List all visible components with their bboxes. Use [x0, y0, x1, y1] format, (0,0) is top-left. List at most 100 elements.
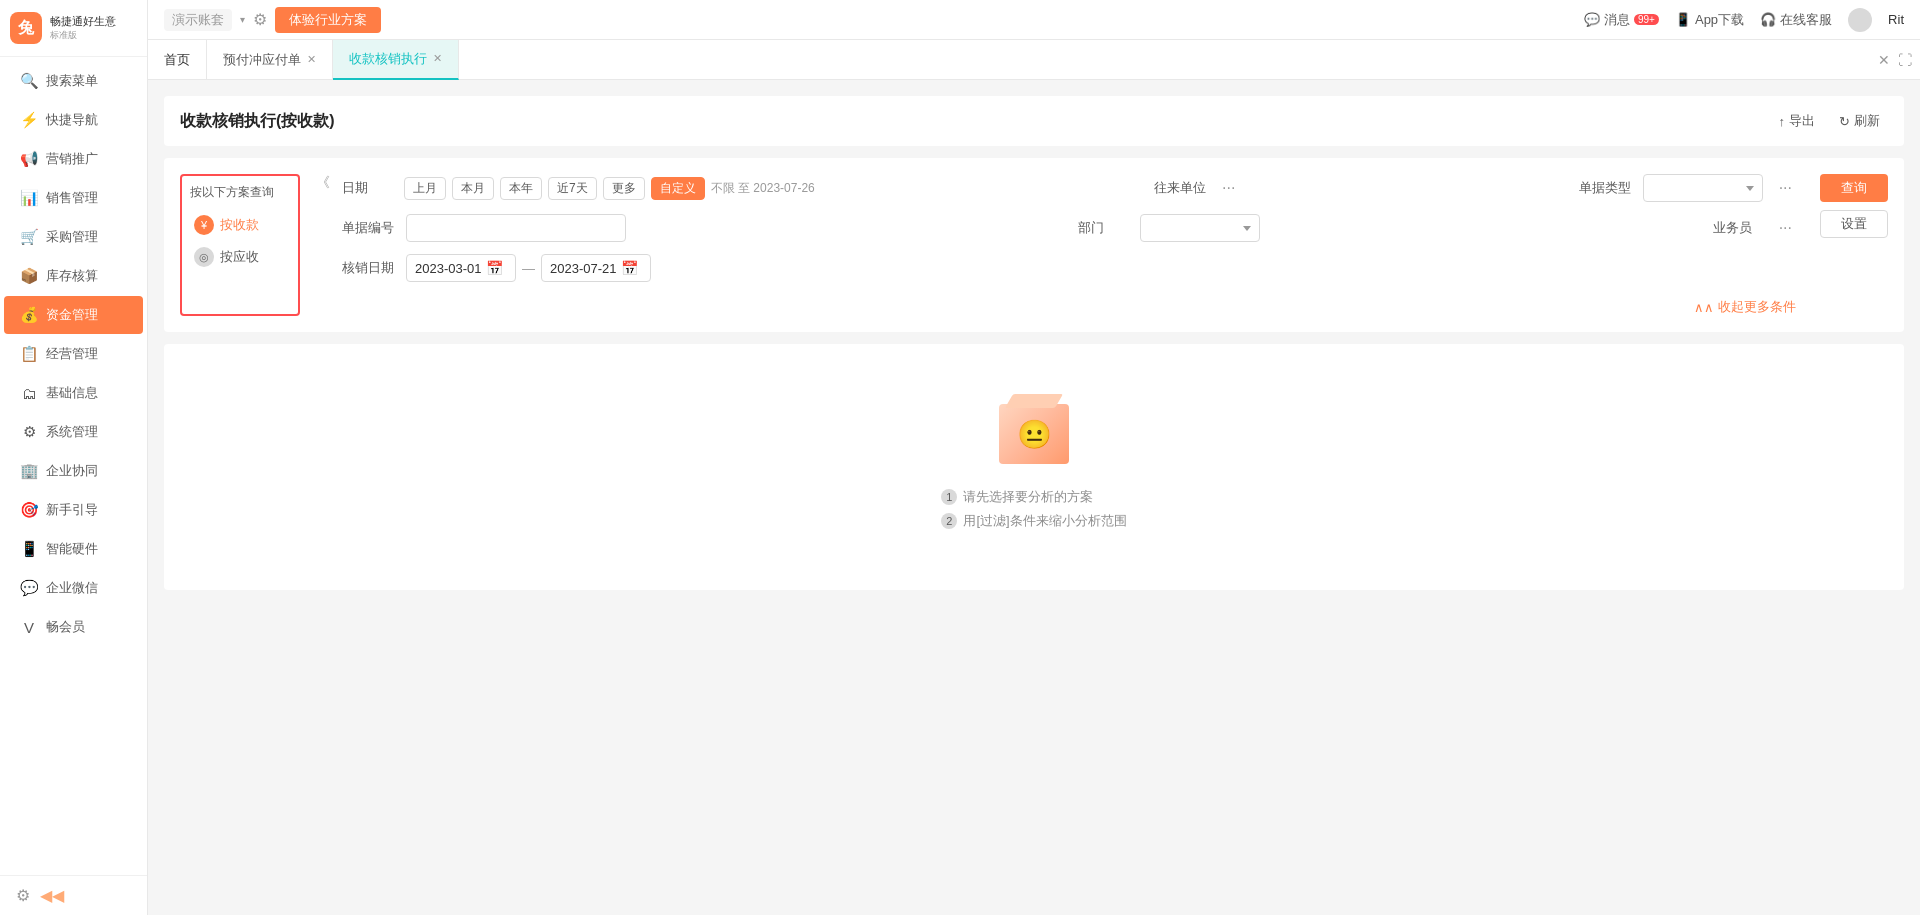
doc-type-select[interactable]: [1643, 174, 1763, 202]
hint-num-2: 2: [941, 513, 957, 529]
setting-btn[interactable]: 设置: [1820, 210, 1888, 238]
collapse-more-btn[interactable]: ∧∧ 收起更多条件: [342, 294, 1796, 316]
company-name[interactable]: 演示账套: [164, 9, 232, 31]
finance-icon: 💰: [20, 306, 38, 324]
tab-actions: ✕ ⛶: [1870, 52, 1920, 68]
filter-option-by-receivable[interactable]: ◎ 按应收: [190, 241, 290, 273]
weixin-icon: 💬: [20, 579, 38, 597]
app-download-action[interactable]: 📱 App下载: [1675, 11, 1744, 29]
last-7days-btn[interactable]: 近7天: [548, 177, 597, 200]
search-menu-label: 搜索菜单: [46, 72, 98, 90]
quick-nav-label: 快捷导航: [46, 111, 98, 129]
sidebar-item-finance[interactable]: 💰 资金管理: [4, 296, 143, 334]
user-name[interactable]: Rit: [1888, 12, 1904, 27]
query-btn-group: 查询 设置: [1820, 174, 1888, 238]
sidebar-item-member[interactable]: V 畅会员: [4, 608, 143, 646]
sidebar-item-operation[interactable]: 📋 经营管理: [4, 335, 143, 373]
filter-sidebar-collapse-icon[interactable]: 《: [316, 174, 330, 316]
tab-prepayment-label: 预付冲应付单: [223, 51, 301, 69]
empty-state: 😐 1 请先选择要分析的方案 2 用[过滤]条件来缩小分析范围: [164, 344, 1904, 590]
expand-tab-btn[interactable]: ⛶: [1898, 52, 1912, 68]
curr-year-btn[interactable]: 本年: [500, 177, 542, 200]
staff-label: 业务员: [1713, 219, 1763, 237]
doc-type-label: 单据类型: [1579, 179, 1631, 197]
writeoff-start-field[interactable]: 2023-03-01 📅: [406, 254, 516, 282]
guide-label: 新手引导: [46, 501, 98, 519]
smart-hardware-icon: 📱: [20, 540, 38, 558]
header-right: 💬 消息 99+ 📱 App下载 🎧 在线客服 Rit: [1584, 8, 1904, 32]
writeoff-end-field[interactable]: 2023-07-21 📅: [541, 254, 651, 282]
hint-text-2: 用[过滤]条件来缩小分析范围: [963, 512, 1126, 530]
partner-ellipsis[interactable]: ···: [1218, 179, 1239, 197]
company-dropdown-icon[interactable]: ▾: [240, 14, 245, 25]
sales-icon: 📊: [20, 189, 38, 207]
sidebar-item-guide[interactable]: 🎯 新手引导: [4, 491, 143, 529]
message-action[interactable]: 💬 消息 99+: [1584, 11, 1659, 29]
trial-btn[interactable]: 体验行业方案: [275, 7, 381, 33]
filter-sidebar-title: 按以下方案查询: [190, 184, 290, 201]
sidebar-item-quick-nav[interactable]: ⚡ 快捷导航: [4, 101, 143, 139]
message-label: 消息: [1604, 11, 1630, 29]
collapse-sidebar-btn[interactable]: ◀◀: [40, 886, 64, 905]
sidebar: 兔 畅捷通好生意 标准版 🔍 搜索菜单 ⚡ 快捷导航 📢 营销推广 📊 销售管理…: [0, 0, 148, 915]
sidebar-item-enterprise[interactable]: 🏢 企业协同: [4, 452, 143, 490]
tab-collection-writeoff-close[interactable]: ✕: [433, 52, 442, 65]
settings-icon[interactable]: ⚙: [16, 886, 30, 905]
filter-row-1: 日期 上月 本月 本年 近7天 更多 自定义 不限 至 2023-07-26 往…: [342, 174, 1796, 202]
date-sub-text: 不限 至 2023-07-26: [711, 180, 815, 197]
page-actions: ↑ 导出 ↻ 刷新: [1771, 108, 1889, 134]
export-icon: ↑: [1779, 114, 1786, 129]
sidebar-item-sales[interactable]: 📊 销售管理: [4, 179, 143, 217]
sidebar-item-inventory[interactable]: 📦 库存核算: [4, 257, 143, 295]
tab-home-label: 首页: [164, 51, 190, 69]
filter-option-by-collection-label: 按收款: [220, 216, 259, 234]
sidebar-item-marketing[interactable]: 📢 营销推广: [4, 140, 143, 178]
dept-select[interactable]: [1140, 214, 1260, 242]
online-service-label: 在线客服: [1780, 11, 1832, 29]
header-gear-icon[interactable]: ⚙: [253, 10, 267, 29]
query-btn[interactable]: 查询: [1820, 174, 1888, 202]
inventory-label: 库存核算: [46, 267, 98, 285]
refresh-icon: ↻: [1839, 114, 1850, 129]
tab-prepayment[interactable]: 预付冲应付单 ✕: [207, 40, 333, 80]
writeoff-start-text: 2023-03-01: [415, 261, 482, 276]
cal-end-icon[interactable]: 📅: [621, 260, 638, 276]
doc-no-input[interactable]: [406, 214, 626, 242]
curr-month-btn[interactable]: 本月: [452, 177, 494, 200]
filter-option-by-receivable-label: 按应收: [220, 248, 259, 266]
prev-month-btn[interactable]: 上月: [404, 177, 446, 200]
filter-option-by-collection[interactable]: ¥ 按收款: [190, 209, 290, 241]
close-tab-btn[interactable]: ✕: [1878, 52, 1890, 68]
tab-prepayment-close[interactable]: ✕: [307, 53, 316, 66]
doc-no-label: 单据编号: [342, 219, 394, 237]
sidebar-item-smart-hardware[interactable]: 📱 智能硬件: [4, 530, 143, 568]
cal-start-icon[interactable]: 📅: [486, 260, 503, 276]
sidebar-item-basic-info[interactable]: 🗂 基础信息: [4, 374, 143, 412]
weixin-label: 企业微信: [46, 579, 98, 597]
more-btn[interactable]: 更多: [603, 177, 645, 200]
sidebar-item-system[interactable]: ⚙ 系统管理: [4, 413, 143, 451]
doc-type-ellipsis[interactable]: ···: [1775, 179, 1796, 197]
hint-num-1: 1: [941, 489, 957, 505]
inventory-icon: 📦: [20, 267, 38, 285]
tab-collection-writeoff[interactable]: 收款核销执行 ✕: [333, 40, 459, 80]
staff-ellipsis[interactable]: ···: [1775, 219, 1796, 237]
app-name: 畅捷通好生意: [50, 14, 116, 28]
custom-btn[interactable]: 自定义: [651, 177, 705, 200]
page-title: 收款核销执行(按收款): [180, 111, 335, 132]
export-btn[interactable]: ↑ 导出: [1771, 108, 1824, 134]
tab-collection-writeoff-label: 收款核销执行: [349, 50, 427, 68]
sidebar-item-search-menu[interactable]: 🔍 搜索菜单: [4, 62, 143, 100]
main-area: 演示账套 ▾ ⚙ 体验行业方案 💬 消息 99+ 📱 App下载 🎧 在线客服 …: [148, 0, 1920, 915]
service-icon: 🎧: [1760, 12, 1776, 27]
user-avatar[interactable]: [1848, 8, 1872, 32]
collection-icon: ¥: [194, 215, 214, 235]
refresh-btn[interactable]: ↻ 刷新: [1831, 108, 1888, 134]
date-options-group: 上月 本月 本年 近7天 更多 自定义 不限 至 2023-07-26: [404, 177, 815, 200]
online-service-action[interactable]: 🎧 在线客服: [1760, 11, 1832, 29]
tab-home[interactable]: 首页: [148, 40, 207, 80]
app-download-label: App下载: [1695, 11, 1744, 29]
sidebar-item-weixin[interactable]: 💬 企业微信: [4, 569, 143, 607]
partner-label: 往来单位: [1154, 179, 1206, 197]
sidebar-item-purchase[interactable]: 🛒 采购管理: [4, 218, 143, 256]
